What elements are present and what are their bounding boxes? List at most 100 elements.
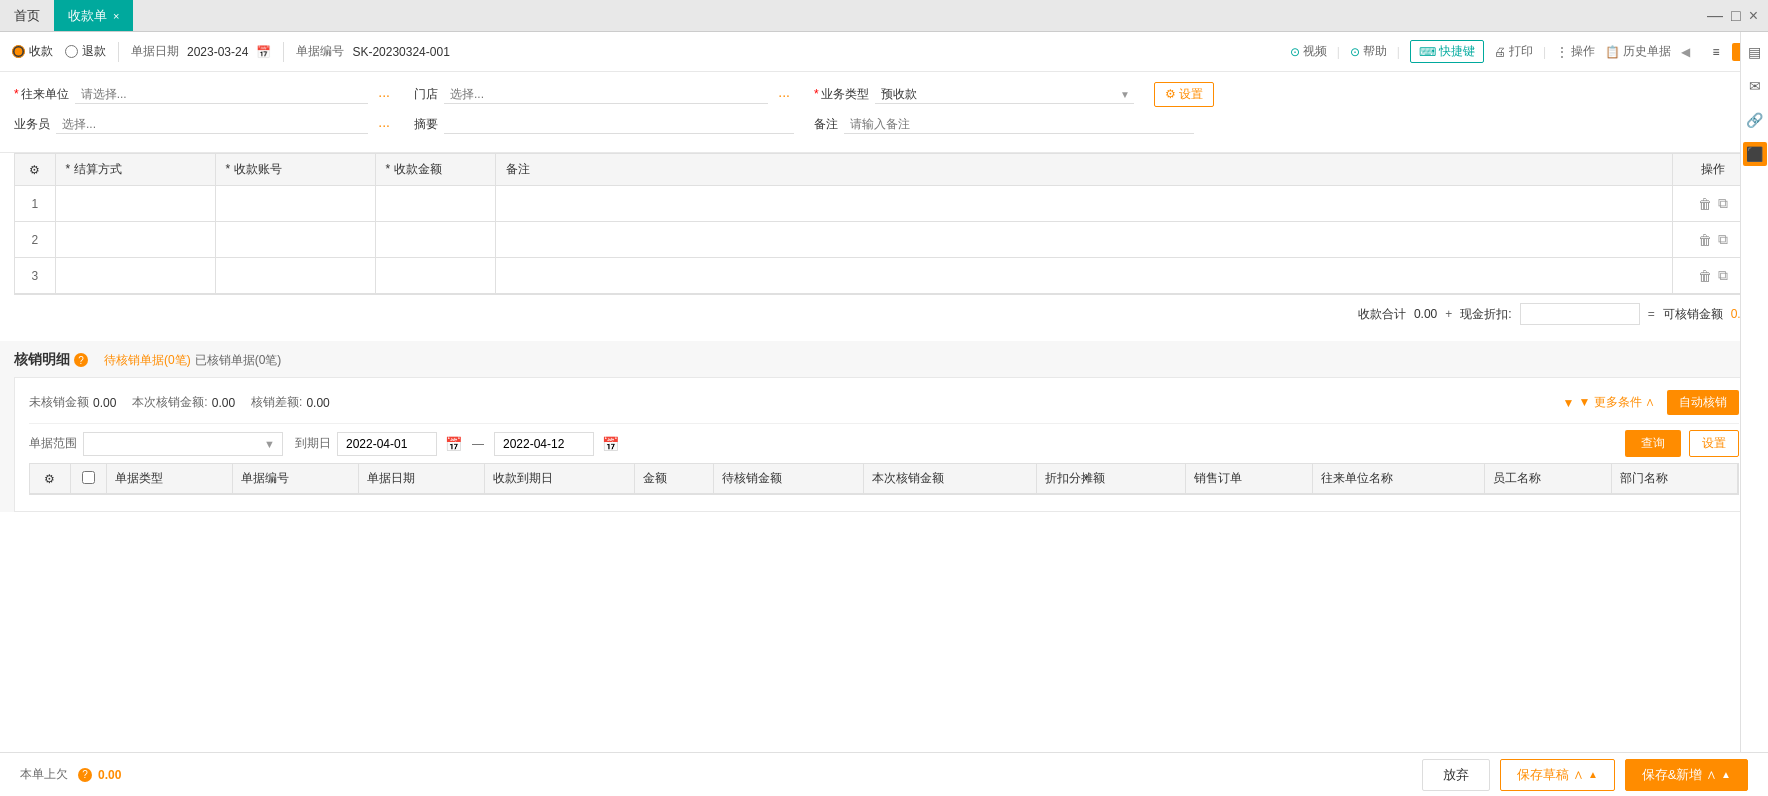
table-row: 3 🗑 ⧉ xyxy=(15,258,1753,294)
sidebar-table-icon[interactable]: ▤ xyxy=(1743,40,1767,64)
pending-tab[interactable]: 待核销单据(0笔) xyxy=(104,352,191,369)
auto-verify-button[interactable]: 自动核销 xyxy=(1667,390,1739,415)
bottom-info-icon[interactable]: ? xyxy=(78,768,92,782)
delete-icon-1[interactable]: 🗑 xyxy=(1698,196,1712,212)
th-note: 备注 xyxy=(495,154,1673,186)
prev-label: 本单上欠 xyxy=(20,766,68,783)
diff-value: 0.00 xyxy=(306,396,329,410)
total-value: 0.00 xyxy=(1414,307,1437,321)
delete-icon-2[interactable]: 🗑 xyxy=(1698,232,1712,248)
abandon-button[interactable]: 放弃 xyxy=(1422,759,1490,791)
shortcut-btn[interactable]: ⌨ 快捷键 xyxy=(1410,40,1484,63)
th-settle: * 结算方式 xyxy=(55,154,215,186)
row-note-1[interactable] xyxy=(495,186,1673,222)
section-header: 核销明细 ? 待核销单据(0笔) 已核销单据(0笔) xyxy=(14,351,1754,377)
current-stat: 本次核销金额: 0.00 xyxy=(132,394,235,411)
row-op-icons-1: 🗑 ⧉ xyxy=(1683,195,1742,212)
row-settle-3[interactable] xyxy=(55,258,215,294)
store-label: 门店 xyxy=(414,86,438,103)
sidebar-link-icon[interactable]: 🔗 xyxy=(1743,108,1767,132)
business-type-dropdown[interactable]: 预收款 xyxy=(875,85,1134,103)
toolbar-right-group: ⊙ 视频 | ⊙ 帮助 | ⌨ 快捷键 🖨 打印 | ⋮ 操作 xyxy=(1290,40,1756,63)
due-date-field: 到期日 📅 — 📅 xyxy=(295,432,619,456)
th-gear[interactable]: ⚙ xyxy=(15,154,55,186)
info-icon[interactable]: ? xyxy=(74,353,88,367)
detail-th-current: 本次核销金额 xyxy=(863,464,1036,494)
range-label: 单据范围 xyxy=(29,435,77,452)
business-type-select[interactable]: 预收款 ▼ xyxy=(875,85,1134,104)
date-from-input[interactable] xyxy=(337,432,437,456)
layout-list-icon[interactable]: ≡ xyxy=(1704,43,1728,61)
section-title: 核销明细 xyxy=(14,351,70,369)
th-amount: * 收款金额 xyxy=(375,154,495,186)
radio-refund[interactable]: 退款 xyxy=(65,43,106,60)
row-account-1[interactable] xyxy=(215,186,375,222)
note-input[interactable] xyxy=(844,115,1194,134)
table-row: 2 🗑 ⧉ xyxy=(15,222,1753,258)
row-account-2[interactable] xyxy=(215,222,375,258)
operations-btn[interactable]: ⋮ 操作 xyxy=(1556,43,1595,60)
row-amount-1[interactable] xyxy=(375,186,495,222)
copy-icon-2[interactable]: ⧉ xyxy=(1718,231,1728,248)
business-type-field: *业务类型 预收款 ▼ xyxy=(814,85,1134,104)
copy-icon-1[interactable]: ⧉ xyxy=(1718,195,1728,212)
summary-input[interactable] xyxy=(444,115,794,134)
radio-receipt[interactable]: 收款 xyxy=(12,43,53,60)
save-draft-button[interactable]: 保存草稿 ∧ ▲ xyxy=(1500,759,1615,791)
maximize-icon[interactable]: □ xyxy=(1731,7,1741,25)
detail-th-discount: 折扣分摊额 xyxy=(1036,464,1186,494)
unchecked-value: 0.00 xyxy=(93,396,116,410)
salesman-label: 业务员 xyxy=(14,116,50,133)
help-btn[interactable]: ⊙ 帮助 xyxy=(1350,43,1387,60)
bottom-right: 放弃 保存草稿 ∧ ▲ 保存&新增 ∧ ▲ xyxy=(1422,759,1748,791)
store-input[interactable] xyxy=(444,85,768,104)
sidebar-screen-icon[interactable]: ⬛ xyxy=(1743,142,1767,166)
calendar-icon[interactable]: 📅 xyxy=(256,45,271,59)
counterpart-more-icon[interactable]: ··· xyxy=(374,87,394,103)
salesman-field: 业务员 ··· xyxy=(14,115,394,134)
row-note-2[interactable] xyxy=(495,222,1673,258)
tab-close-icon[interactable]: × xyxy=(113,10,119,22)
store-more-icon[interactable]: ··· xyxy=(774,87,794,103)
row-note-3[interactable] xyxy=(495,258,1673,294)
discount-input[interactable] xyxy=(1520,303,1640,325)
select-all-checkbox[interactable] xyxy=(82,471,95,484)
history-btn[interactable]: 📋 历史单据 xyxy=(1605,43,1671,60)
row-num-1: 1 xyxy=(15,186,55,222)
row-op-icons-2: 🗑 ⧉ xyxy=(1683,231,1742,248)
salesman-more-icon[interactable]: ··· xyxy=(374,117,394,133)
cal-to-icon[interactable]: 📅 xyxy=(602,436,619,452)
save-new-button[interactable]: 保存&新增 ∧ ▲ xyxy=(1625,759,1748,791)
detail-th-date: 单据日期 xyxy=(358,464,484,494)
minimize-icon[interactable]: — xyxy=(1707,7,1723,25)
cal-from-icon[interactable]: 📅 xyxy=(445,436,462,452)
diff-stat: 核销差额: 0.00 xyxy=(251,394,330,411)
row-amount-2[interactable] xyxy=(375,222,495,258)
date-to-input[interactable] xyxy=(494,432,594,456)
tab-active[interactable]: 收款单 × xyxy=(54,0,133,31)
print-btn[interactable]: 🖨 打印 xyxy=(1494,43,1533,60)
nav-left-icon[interactable]: ◀ xyxy=(1681,45,1690,59)
sidebar-mail-icon[interactable]: ✉ xyxy=(1743,74,1767,98)
delete-icon-3[interactable]: 🗑 xyxy=(1698,268,1712,284)
range-select[interactable] xyxy=(83,432,283,456)
calc-row: 收款合计 0.00 + 现金折扣: = 可核销金额 0.00 xyxy=(0,295,1768,333)
copy-icon-3[interactable]: ⧉ xyxy=(1718,267,1728,284)
row-settle-1[interactable] xyxy=(55,186,215,222)
tab-home[interactable]: 首页 xyxy=(0,0,54,31)
row-settle-2[interactable] xyxy=(55,222,215,258)
salesman-input[interactable] xyxy=(56,115,368,134)
done-tab[interactable]: 已核销单据(0笔) xyxy=(195,352,282,369)
row-amount-3[interactable] xyxy=(375,258,495,294)
counterpart-input[interactable] xyxy=(75,85,369,104)
more-filter-btn[interactable]: ▼ ▼ 更多条件 ∧ xyxy=(1563,394,1655,411)
detail-th-gear[interactable]: ⚙ xyxy=(30,464,70,494)
settings-button[interactable]: ⚙ 设置 xyxy=(1154,82,1214,107)
query-button[interactable]: 查询 xyxy=(1625,430,1681,457)
bottom-bar: 本单上欠 ? 0.00 放弃 保存草稿 ∧ ▲ 保存&新增 ∧ ▲ xyxy=(0,752,1768,796)
row-account-3[interactable] xyxy=(215,258,375,294)
close-icon[interactable]: × xyxy=(1749,7,1758,25)
set-button[interactable]: 设置 xyxy=(1689,430,1739,457)
table-row: 1 🗑 ⧉ xyxy=(15,186,1753,222)
video-btn[interactable]: ⊙ 视频 xyxy=(1290,43,1327,60)
